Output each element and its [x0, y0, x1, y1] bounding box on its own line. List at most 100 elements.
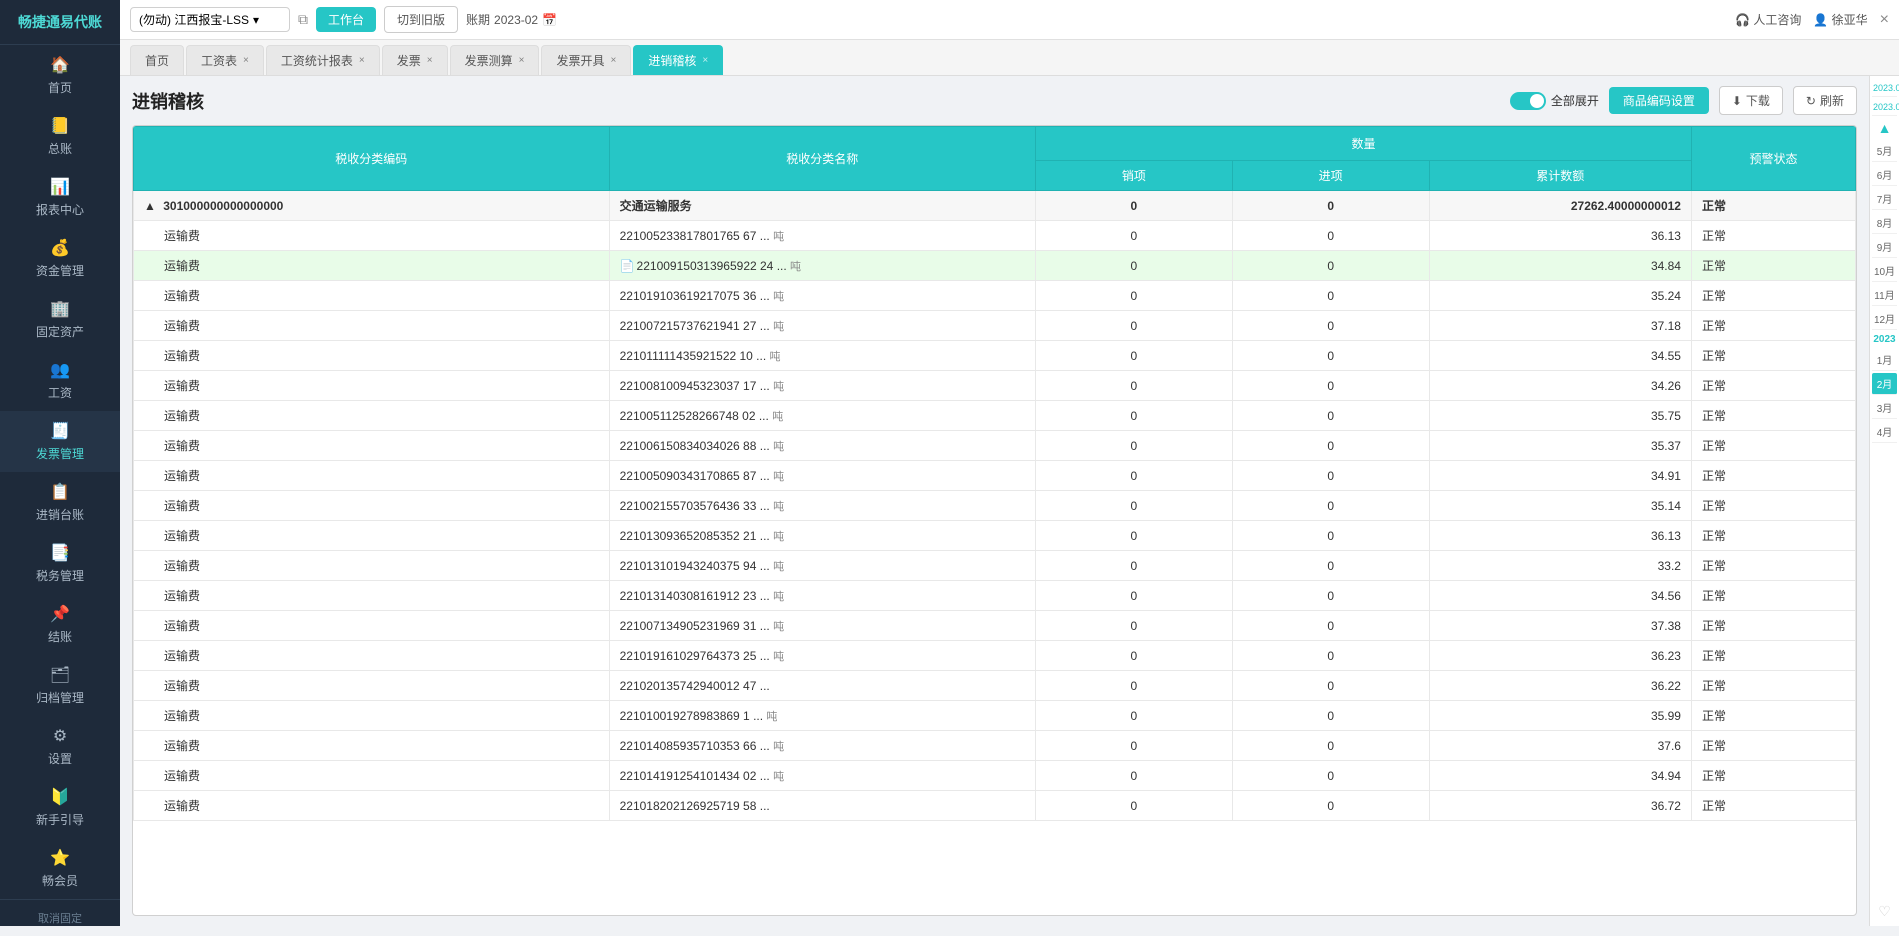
sales-icon: 📋 — [50, 482, 70, 502]
sidebar-item-payroll[interactable]: 👥 工资 — [0, 350, 120, 411]
sidebar-item-settings[interactable]: ⚙ 设置 — [0, 716, 120, 777]
sidebar-item-label: 设置 — [48, 750, 72, 767]
toggle-thumb — [1530, 94, 1544, 108]
col-purchase-header: 进项 — [1232, 161, 1429, 191]
purchase-cell: 0 — [1232, 221, 1429, 251]
status-cell: 正常 — [1691, 281, 1855, 311]
month-8[interactable]: 8月 — [1872, 212, 1897, 234]
month-9[interactable]: 9月 — [1872, 236, 1897, 258]
sidebar-item-tax[interactable]: 📑 税务管理 — [0, 533, 120, 594]
status-cell: 正常 — [1691, 581, 1855, 611]
table-row: 运输费 221005233817801765 67 ... 吨 0 0 36.1… — [134, 221, 1856, 251]
month-4[interactable]: 4月 — [1872, 421, 1897, 443]
sidebar-item-label: 结账 — [48, 628, 72, 645]
sidebar-item-home[interactable]: 🏠 首页 — [0, 45, 120, 106]
refresh-button[interactable]: ↻ 刷新 — [1793, 86, 1857, 115]
tab-payroll[interactable]: 工资表 × — [186, 45, 264, 75]
invoice-no-cell: 221013140308161912 23 ... 吨 — [609, 581, 1035, 611]
payroll-icon: 👥 — [50, 360, 70, 380]
invoice-no-cell: 221019161029764373 25 ... 吨 — [609, 641, 1035, 671]
download-button[interactable]: ⬇ 下载 — [1719, 86, 1783, 115]
cumulative-cell: 27262.40000000012 — [1429, 191, 1691, 221]
month-12[interactable]: 12月 — [1872, 308, 1897, 330]
sales-cell: 0 — [1035, 521, 1232, 551]
sales-cell: 0 — [1035, 461, 1232, 491]
cumulative-cell: 35.37 — [1429, 431, 1691, 461]
cumulative-cell: 35.14 — [1429, 491, 1691, 521]
user-avatar[interactable]: 👤 徐亚华 — [1813, 11, 1867, 28]
tab-invoice-calc[interactable]: 发票测算 × — [450, 45, 540, 75]
content-area: 进销稽核 全部展开 商品编码设置 ⬇ 下载 ↻ 刷 — [120, 76, 1899, 926]
support-link[interactable]: 🎧 人工咨询 — [1735, 11, 1801, 28]
tab-close-icon[interactable]: × — [427, 55, 433, 66]
month-10[interactable]: 10月 — [1872, 260, 1897, 282]
item-name-cell: 运输费 — [134, 701, 610, 731]
sidebar-item-ledger[interactable]: 📒 总账 — [0, 106, 120, 167]
purchase-cell: 0 — [1232, 791, 1429, 821]
settings-button[interactable]: 商品编码设置 — [1609, 87, 1709, 114]
month-6[interactable]: 6月 — [1872, 164, 1897, 186]
heart-icon[interactable]: ♡ — [1876, 901, 1893, 922]
sidebar-item-archive[interactable]: 🗂 归档管理 — [0, 655, 120, 716]
close-button[interactable]: × — [1880, 11, 1889, 29]
month-5[interactable]: 5月 — [1872, 140, 1897, 162]
tab-close-icon[interactable]: × — [243, 55, 249, 66]
sidebar-item-sales[interactable]: 📋 进销台账 — [0, 472, 120, 533]
copy-icon[interactable]: ⧉ — [298, 11, 308, 28]
period-selector[interactable]: 账期 2023-02 📅 — [466, 11, 557, 28]
company-selector[interactable]: (勿动) 江西报宝-LSS ▾ — [130, 7, 290, 32]
tab-close-icon[interactable]: × — [702, 55, 708, 66]
month-3[interactable]: 3月 — [1872, 397, 1897, 419]
sidebar-item-assets[interactable]: 🏢 固定资产 — [0, 289, 120, 350]
purchase-cell: 0 — [1232, 311, 1429, 341]
month-2[interactable]: 2月 — [1872, 373, 1897, 395]
sidebar-item-guide[interactable]: 🔰 新手引导 — [0, 777, 120, 838]
expand-toggle[interactable]: 全部展开 — [1510, 92, 1599, 110]
home-icon: 🏠 — [50, 55, 70, 75]
month-11[interactable]: 11月 — [1872, 284, 1897, 306]
month-1[interactable]: 1月 — [1872, 349, 1897, 371]
workbench-button[interactable]: 工作台 — [316, 7, 376, 32]
switch-version-button[interactable]: 切到旧版 — [384, 6, 458, 33]
tab-invoice-issue[interactable]: 发票开具 × — [541, 45, 631, 75]
tab-invoice[interactable]: 发票 × — [382, 45, 448, 75]
cumulative-cell: 36.22 — [1429, 671, 1691, 701]
tax-icon: 📑 — [50, 543, 70, 563]
status-cell: 正常 — [1691, 221, 1855, 251]
main-area: (勿动) 江西报宝-LSS ▾ ⧉ 工作台 切到旧版 账期 2023-02 📅 … — [120, 0, 1899, 926]
purchase-cell: 0 — [1232, 761, 1429, 791]
tab-close-icon[interactable]: × — [359, 55, 365, 66]
tab-close-icon[interactable]: × — [610, 55, 616, 66]
item-name-cell: 运输费 — [134, 461, 610, 491]
invoice-no-cell: 221011111435921522 10 ... 吨 — [609, 341, 1035, 371]
sidebar-item-reports[interactable]: 📊 报表中心 — [0, 167, 120, 228]
sidebar-item-funds[interactable]: 💰 资金管理 — [0, 228, 120, 289]
tab-payroll-stats[interactable]: 工资统计报表 × — [266, 45, 380, 75]
sidebar-item-invoice[interactable]: 🧾 发票管理 — [0, 411, 120, 472]
collapse-icon[interactable]: ▲ — [144, 199, 156, 213]
status-cell: 正常 — [1691, 461, 1855, 491]
unpin-button[interactable]: 取消固定 — [0, 899, 120, 936]
company-name: (勿动) 江西报宝-LSS — [139, 11, 249, 28]
purchase-cell: 0 — [1232, 371, 1429, 401]
item-name-cell: 运输费 — [134, 611, 610, 641]
tab-sales-check[interactable]: 进销稽核 × — [633, 45, 723, 75]
tab-label: 首页 — [145, 52, 169, 69]
toggle-label: 全部展开 — [1551, 92, 1599, 109]
toggle-track[interactable] — [1510, 92, 1546, 110]
tab-home[interactable]: 首页 — [130, 45, 184, 75]
item-name-cell: 运输费 — [134, 281, 610, 311]
invoice-no-cell: 221014085935710353 66 ... 吨 — [609, 731, 1035, 761]
up-arrow-icon[interactable]: ▲ — [1876, 118, 1894, 138]
sidebar-item-close[interactable]: 📌 结账 — [0, 594, 120, 655]
purchase-cell: 0 — [1232, 581, 1429, 611]
table-row: 运输费 221020135742940012 47 ... 0 0 36.22 … — [134, 671, 1856, 701]
unpin-label: 取消固定 — [38, 913, 82, 925]
purchase-cell: 0 — [1232, 641, 1429, 671]
page-title: 进销稽核 — [132, 88, 204, 114]
sidebar: 畅捷通易代账 🏠 首页 📒 总账 📊 报表中心 💰 资金管理 🏢 固定资产 👥 … — [0, 0, 120, 926]
sidebar-item-member[interactable]: ⭐ 畅会员 — [0, 838, 120, 899]
month-7[interactable]: 7月 — [1872, 188, 1897, 210]
tab-close-icon[interactable]: × — [519, 55, 525, 66]
invoice-no-cell: 221010019278983869 1 ... 吨 — [609, 701, 1035, 731]
